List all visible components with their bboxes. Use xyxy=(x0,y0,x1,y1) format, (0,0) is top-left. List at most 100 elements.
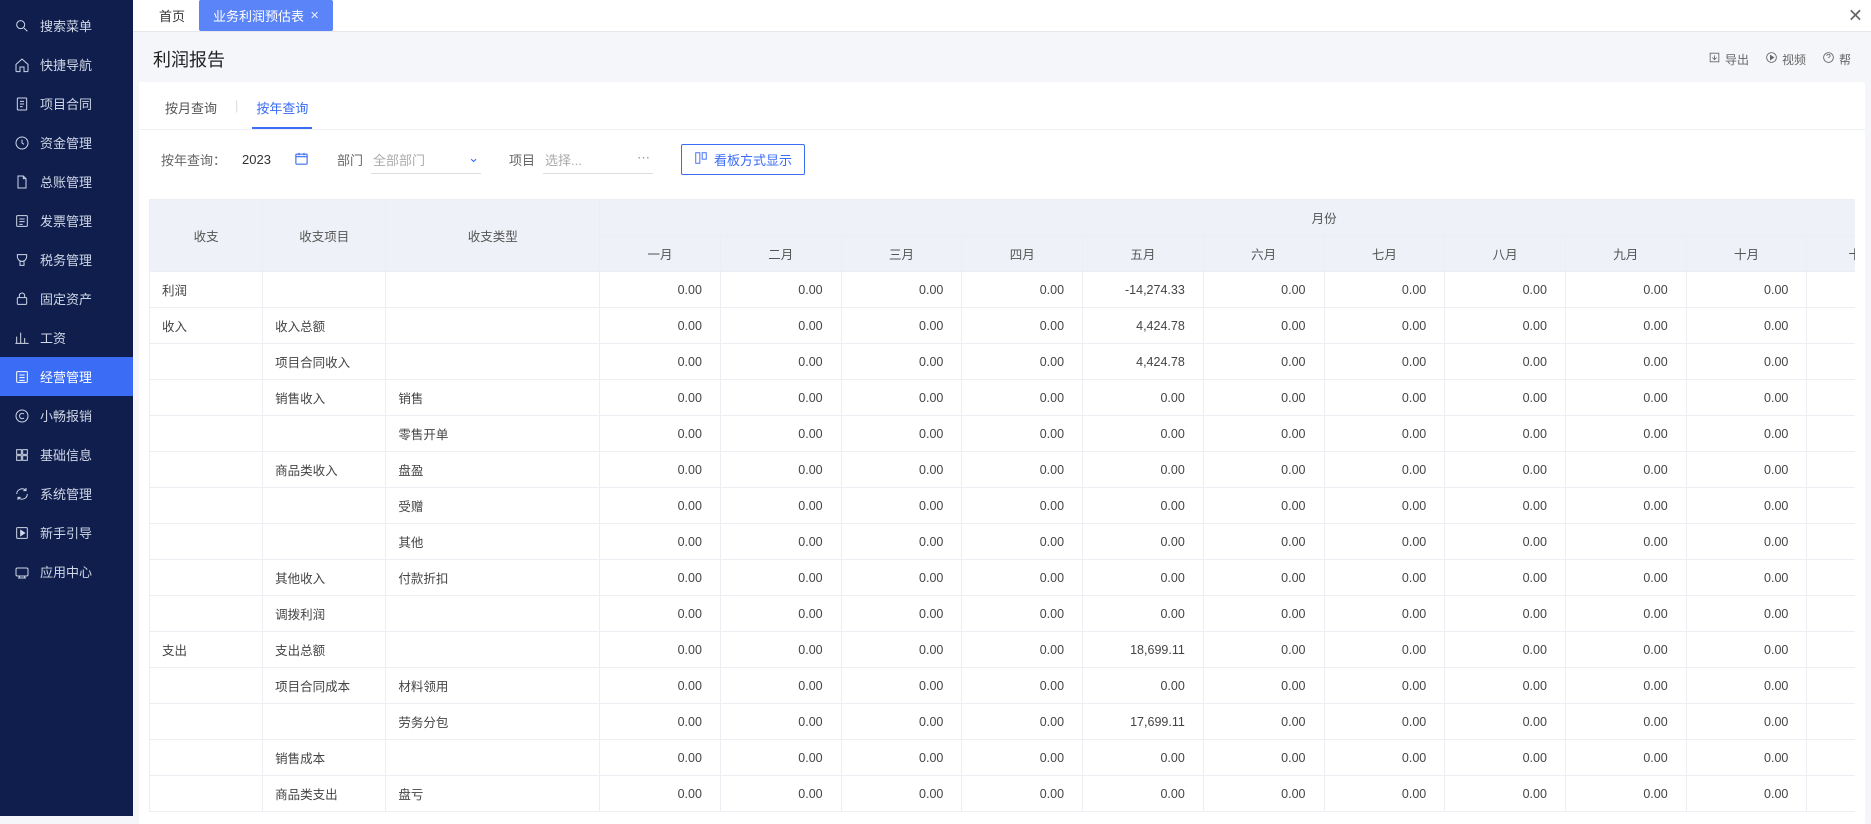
filter-row: 按年查询： 2023 部门 全部部门 ⌄ 项目 选择... ⋯ xyxy=(139,130,1865,189)
cell-value: 4,424.78 xyxy=(1083,308,1204,344)
sidebar: 搜索菜单快捷导航项目合同资金管理总账管理发票管理税务管理固定资产工资经营管理小畅… xyxy=(0,0,133,816)
table-row: 其他收入付款折扣0.000.000.000.000.000.000.000.00… xyxy=(150,560,1856,596)
cell-value: 0.00 xyxy=(841,272,962,308)
sidebar-item-ledger-manage[interactable]: 总账管理 xyxy=(0,162,133,201)
video-button[interactable]: 视频 xyxy=(1765,51,1806,68)
cell-value: 0.00 xyxy=(962,488,1083,524)
cell-value: 0.00 xyxy=(841,560,962,596)
cell-value: 0.00 xyxy=(1565,308,1686,344)
cell-value: 0.00 xyxy=(841,452,962,488)
cell-value: 0.00 xyxy=(1807,776,1855,812)
cell-value: 0.00 xyxy=(720,704,841,740)
tabs-bar: 首页 业务利润预估表 ✕ ✕ xyxy=(133,0,1871,32)
cell-value: 0.00 xyxy=(841,740,962,776)
cell-value: 0.00 xyxy=(720,632,841,668)
col-shouzhi: 收支 xyxy=(150,200,263,272)
cell-c2 xyxy=(386,344,600,380)
sidebar-item-fund-manage[interactable]: 资金管理 xyxy=(0,123,133,162)
cell-value: 0.00 xyxy=(1686,524,1807,560)
sidebar-item-business-manage[interactable]: 经营管理 xyxy=(0,357,133,396)
cell-value: 0.00 xyxy=(1324,380,1445,416)
col-month: 三月 xyxy=(841,236,962,272)
sidebar-item-project-contract[interactable]: 项目合同 xyxy=(0,84,133,123)
help-button[interactable]: 帮 xyxy=(1822,51,1851,68)
table-row: 商品类支出盘亏0.000.000.000.000.000.000.000.000… xyxy=(150,776,1856,812)
cell-value: 18,699.11 xyxy=(1083,632,1204,668)
cell-value: 0.00 xyxy=(841,524,962,560)
cell-value: 0.00 xyxy=(841,380,962,416)
cell-value: 0.00 xyxy=(600,560,721,596)
cell-value: 0.00 xyxy=(1324,308,1445,344)
sidebar-item-app-center[interactable]: 应用中心 xyxy=(0,552,133,591)
cup-icon xyxy=(14,252,30,268)
sidebar-item-basic-info[interactable]: 基础信息 xyxy=(0,435,133,474)
cell-value: 0.00 xyxy=(1083,416,1204,452)
sidebar-item-tax-manage[interactable]: 税务管理 xyxy=(0,240,133,279)
cell-value: 0.00 xyxy=(962,308,1083,344)
cell-value: 0.00 xyxy=(1686,704,1807,740)
tab-profit-estimate[interactable]: 业务利润预估表 ✕ xyxy=(199,0,333,31)
cell-value: 0.00 xyxy=(720,668,841,704)
sidebar-item-label: 快捷导航 xyxy=(40,55,92,74)
cell-value: 0.00 xyxy=(1686,344,1807,380)
cell-value: 0.00 xyxy=(1324,596,1445,632)
app-icon xyxy=(14,564,30,580)
cell-c2: 劳务分包 xyxy=(386,704,600,740)
sidebar-item-newbie-guide[interactable]: 新手引导 xyxy=(0,513,133,552)
sidebar-item-quick-nav[interactable]: 快捷导航 xyxy=(0,45,133,84)
cell-value: 0.00 xyxy=(720,596,841,632)
calendar-icon[interactable] xyxy=(294,151,309,169)
sub-tab-yearly[interactable]: 按年查询 xyxy=(252,92,312,129)
cell-c2: 盘亏 xyxy=(386,776,600,812)
cell-value: 0.00 xyxy=(600,632,721,668)
col-month: 一月 xyxy=(600,236,721,272)
grid-icon xyxy=(14,447,30,463)
cell-value: 4,424.78 xyxy=(1083,344,1204,380)
cell-value: 0.00 xyxy=(1083,668,1204,704)
table-scroll[interactable]: 收支收支项目收支类型月份一月二月三月四月五月六月七月八月九月十月十一月十二月 利… xyxy=(149,199,1855,812)
table-row: 零售开单0.000.000.000.000.000.000.000.000.00… xyxy=(150,416,1856,452)
sidebar-item-fixed-asset[interactable]: 固定资产 xyxy=(0,279,133,318)
table-row: 支出支出总额0.000.000.000.0018,699.110.000.000… xyxy=(150,632,1856,668)
project-select[interactable]: 选择... ⋯ xyxy=(543,146,653,174)
cell-c2: 销售 xyxy=(386,380,600,416)
cell-value: 0.00 xyxy=(841,704,962,740)
kanban-view-button[interactable]: 看板方式显示 xyxy=(681,144,805,175)
tab-home[interactable]: 首页 xyxy=(145,0,199,31)
cell-value: 0.00 xyxy=(841,776,962,812)
cell-value: 0.00 xyxy=(962,524,1083,560)
help-icon xyxy=(1822,51,1835,67)
cell-value: 0.00 xyxy=(1203,560,1324,596)
cell-value: 0.00 xyxy=(1324,344,1445,380)
cell-c1 xyxy=(263,704,386,740)
cell-c2: 盘盈 xyxy=(386,452,600,488)
cell-value: 0.00 xyxy=(1203,416,1324,452)
dept-select[interactable]: 全部部门 ⌄ xyxy=(371,146,481,174)
sub-tab-separator: | xyxy=(229,92,244,129)
cell-value: 0.00 xyxy=(1445,452,1566,488)
year-label: 按年查询： xyxy=(161,150,226,169)
sidebar-item-label: 税务管理 xyxy=(40,250,92,269)
year-value[interactable]: 2023 xyxy=(236,148,284,171)
sidebar-item-invoice-manage[interactable]: 发票管理 xyxy=(0,201,133,240)
cell-value: 0.00 xyxy=(1203,344,1324,380)
sidebar-item-salary[interactable]: 工资 xyxy=(0,318,133,357)
dept-label: 部门 xyxy=(337,150,363,169)
cell-c1 xyxy=(263,416,386,452)
sidebar-item-xiaochang-reimburse[interactable]: 小畅报销 xyxy=(0,396,133,435)
export-icon xyxy=(1708,51,1721,67)
cell-value: 0.00 xyxy=(1445,524,1566,560)
sidebar-item-label: 总账管理 xyxy=(40,172,92,191)
cell-value: 0.00 xyxy=(1203,704,1324,740)
close-icon[interactable]: ✕ xyxy=(310,9,319,22)
sub-tab-monthly[interactable]: 按月查询 xyxy=(161,92,221,129)
close-all-icon[interactable]: ✕ xyxy=(1848,5,1863,26)
chart-icon xyxy=(14,330,30,346)
cell-value: 0.00 xyxy=(1807,668,1855,704)
sidebar-item-system-manage[interactable]: 系统管理 xyxy=(0,474,133,513)
sidebar-item-search-menu[interactable]: 搜索菜单 xyxy=(0,6,133,45)
cell-value: 0.00 xyxy=(1445,632,1566,668)
export-button[interactable]: 导出 xyxy=(1708,51,1749,68)
cell-value: 0.00 xyxy=(1203,776,1324,812)
table-row: 受赠0.000.000.000.000.000.000.000.000.000.… xyxy=(150,488,1856,524)
